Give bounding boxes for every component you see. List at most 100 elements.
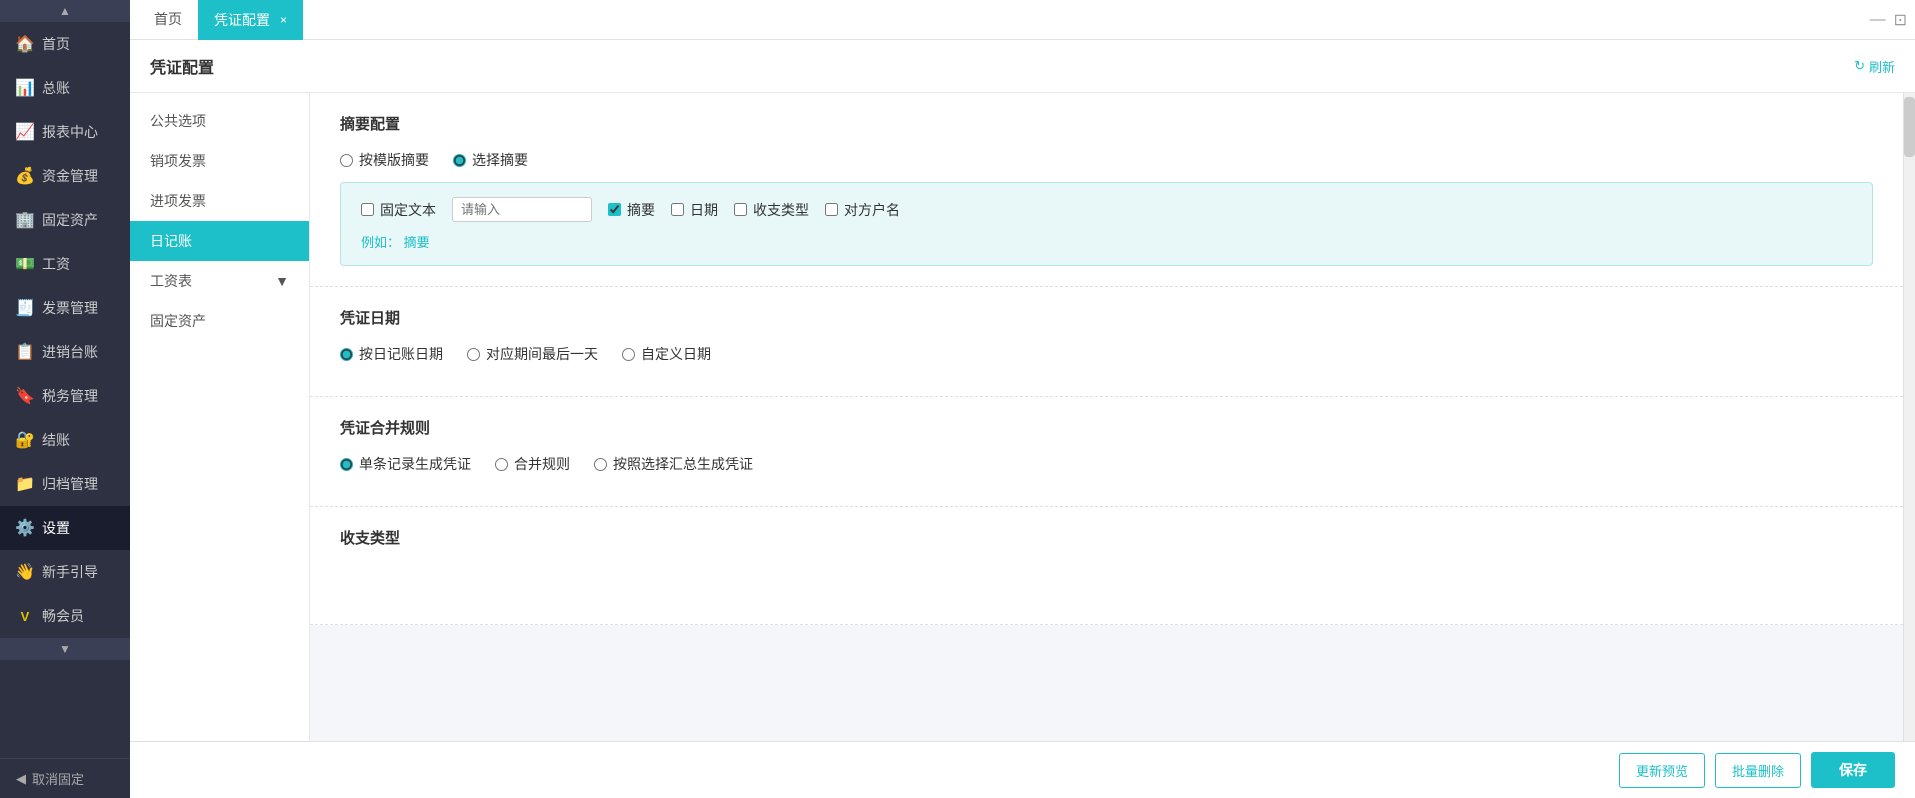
reports-icon: 📈 (16, 123, 34, 141)
sidebar-item-assets[interactable]: 🏢 固定资产 (0, 198, 130, 242)
radio-custom-date-input[interactable] (622, 348, 635, 361)
sidebar: ▲ 🏠 首页 📊 总账 📈 报表中心 💰 资金管理 🏢 固定资产 💵 工资 🧾 … (0, 0, 130, 798)
tab-actions: — ⊡ (1870, 10, 1907, 30)
tax-icon: 🔖 (16, 387, 34, 405)
save-button[interactable]: 保存 (1811, 752, 1895, 788)
sidebar-item-settings[interactable]: ⚙️ 设置 (0, 506, 130, 550)
right-scrollbar[interactable] (1903, 93, 1915, 741)
batch-delete-button[interactable]: 批量删除 (1715, 753, 1801, 788)
abstract-config-box: 固定文本 摘要 日期 收支类型 (340, 182, 1873, 266)
sidebar-scroll-up[interactable]: ▲ (0, 0, 130, 22)
radio-select-input[interactable] (453, 154, 466, 167)
radio-custom-date[interactable]: 自定义日期 (622, 344, 711, 364)
page-header: 凭证配置 ↻ 刷新 (130, 40, 1915, 93)
radio-period-last-input[interactable] (467, 348, 480, 361)
radio-single-record[interactable]: 单条记录生成凭证 (340, 454, 471, 474)
settings-icon: ⚙️ (16, 519, 34, 537)
refresh-button[interactable]: ↻ 刷新 (1854, 57, 1895, 76)
radio-template-input[interactable] (340, 154, 353, 167)
sidebar-scroll-down[interactable]: ▼ (0, 638, 130, 660)
vip-icon: V (16, 607, 34, 625)
sidebar-item-guide[interactable]: 👋 新手引导 (0, 550, 130, 594)
home-icon: 🏠 (16, 35, 34, 53)
sidebar-item-tax[interactable]: 🔖 税务管理 (0, 374, 130, 418)
left-nav-sales-invoice[interactable]: 销项发票 (130, 141, 309, 181)
sidebar-item-vip[interactable]: V 畅会员 (0, 594, 130, 638)
guide-icon: 👋 (16, 563, 34, 581)
assets-icon: 🏢 (16, 211, 34, 229)
checkbox-income-type-input[interactable] (734, 203, 747, 216)
refresh-icon: ↻ (1854, 58, 1865, 74)
tab-voucher-config[interactable]: 凭证配置 × (198, 0, 303, 40)
radio-select-abstract[interactable]: 选择摘要 (453, 150, 528, 170)
abstract-section-title: 摘要配置 (340, 113, 1873, 134)
abstract-checkbox-row: 固定文本 摘要 日期 收支类型 (361, 197, 1852, 222)
minimize-button[interactable]: — (1870, 10, 1886, 30)
left-nav: 公共选项 销项发票 进项发票 日记账 工资表 ▼ 固定资产 (130, 93, 310, 741)
sidebar-unpin[interactable]: ◀ 取消固定 (0, 758, 130, 798)
archive-icon: 📁 (16, 475, 34, 493)
radio-template-abstract[interactable]: 按模版摘要 (340, 150, 429, 170)
ledger-icon: 📊 (16, 79, 34, 97)
checkbox-counterpart[interactable]: 对方户名 (825, 200, 900, 220)
tab-close-button[interactable]: × (280, 13, 287, 27)
checkbox-date[interactable]: 日期 (671, 200, 718, 220)
update-preview-button[interactable]: 更新预览 (1619, 753, 1705, 788)
abstract-example: 例如： 摘要 (361, 232, 1852, 251)
payroll-icon: 💵 (16, 255, 34, 273)
radio-batch-generate-input[interactable] (594, 458, 607, 471)
sidebar-item-archive[interactable]: 📁 归档管理 (0, 462, 130, 506)
date-section-title: 凭证日期 (340, 307, 1873, 328)
income-type-section-title: 收支类型 (340, 527, 1873, 548)
close-accounts-icon: 🔐 (16, 431, 34, 449)
tab-bar: 首页 凭证配置 × — ⊡ (130, 0, 1915, 40)
checkbox-abstract-input[interactable] (608, 203, 621, 216)
content-layout: 公共选项 销项发票 进项发票 日记账 工资表 ▼ 固定资产 摘要配置 (130, 93, 1915, 741)
sidebar-item-invoice-mgmt[interactable]: 🧾 发票管理 (0, 286, 130, 330)
radio-journal-date[interactable]: 按日记账日期 (340, 344, 443, 364)
left-nav-journal[interactable]: 日记账 (130, 221, 309, 261)
pin-icon: ◀ (16, 771, 26, 787)
right-content: 摘要配置 按模版摘要 选择摘要 固定文本 (310, 93, 1903, 741)
sidebar-item-home[interactable]: 🏠 首页 (0, 22, 130, 66)
radio-batch-generate[interactable]: 按照选择汇总生成凭证 (594, 454, 753, 474)
checkbox-fixed-text-input[interactable] (361, 203, 374, 216)
income-type-section: 收支类型 (310, 507, 1903, 625)
fixed-text-input[interactable] (452, 197, 592, 222)
chevron-down-icon: ▼ (275, 273, 289, 289)
radio-merge-rule-input[interactable] (495, 458, 508, 471)
checkbox-abstract[interactable]: 摘要 (608, 200, 655, 220)
radio-merge-rule[interactable]: 合并规则 (495, 454, 570, 474)
restore-button[interactable]: ⊡ (1894, 10, 1907, 30)
left-nav-fixed-assets[interactable]: 固定资产 (130, 301, 309, 341)
abstract-example-label: 例如： 摘要 (361, 235, 430, 250)
sidebar-item-funds[interactable]: 💰 资金管理 (0, 154, 130, 198)
date-radio-group: 按日记账日期 对应期间最后一天 自定义日期 (340, 344, 1873, 364)
radio-single-record-input[interactable] (340, 458, 353, 471)
date-config-section: 凭证日期 按日记账日期 对应期间最后一天 自定义日期 (310, 287, 1903, 397)
abstract-config-section: 摘要配置 按模版摘要 选择摘要 固定文本 (310, 93, 1903, 287)
radio-period-last[interactable]: 对应期间最后一天 (467, 344, 598, 364)
abstract-radio-group: 按模版摘要 选择摘要 (340, 150, 1873, 170)
radio-journal-date-input[interactable] (340, 348, 353, 361)
sidebar-item-sales-ledger[interactable]: 📋 进销台账 (0, 330, 130, 374)
sidebar-item-ledger[interactable]: 📊 总账 (0, 66, 130, 110)
tab-home[interactable]: 首页 (138, 0, 198, 40)
scrollbar-thumb[interactable] (1904, 97, 1915, 157)
invoice-mgmt-icon: 🧾 (16, 299, 34, 317)
left-nav-public[interactable]: 公共选项 (130, 101, 309, 141)
checkbox-income-type[interactable]: 收支类型 (734, 200, 809, 220)
sidebar-item-reports[interactable]: 📈 报表中心 (0, 110, 130, 154)
sidebar-item-close[interactable]: 🔐 结账 (0, 418, 130, 462)
checkbox-fixed-text[interactable]: 固定文本 (361, 200, 436, 220)
checkbox-counterpart-input[interactable] (825, 203, 838, 216)
sidebar-item-payroll[interactable]: 💵 工资 (0, 242, 130, 286)
merge-section-title: 凭证合并规则 (340, 417, 1873, 438)
merge-radio-group: 单条记录生成凭证 合并规则 按照选择汇总生成凭证 (340, 454, 1873, 474)
left-nav-payroll-table[interactable]: 工资表 ▼ (130, 261, 309, 301)
main-area: 首页 凭证配置 × — ⊡ 凭证配置 ↻ 刷新 公共选项 销项发票 进项 (130, 0, 1915, 798)
page-title: 凭证配置 (150, 54, 214, 78)
bottom-action-bar: 更新预览 批量删除 保存 (130, 741, 1915, 798)
checkbox-date-input[interactable] (671, 203, 684, 216)
left-nav-purchase-invoice[interactable]: 进项发票 (130, 181, 309, 221)
